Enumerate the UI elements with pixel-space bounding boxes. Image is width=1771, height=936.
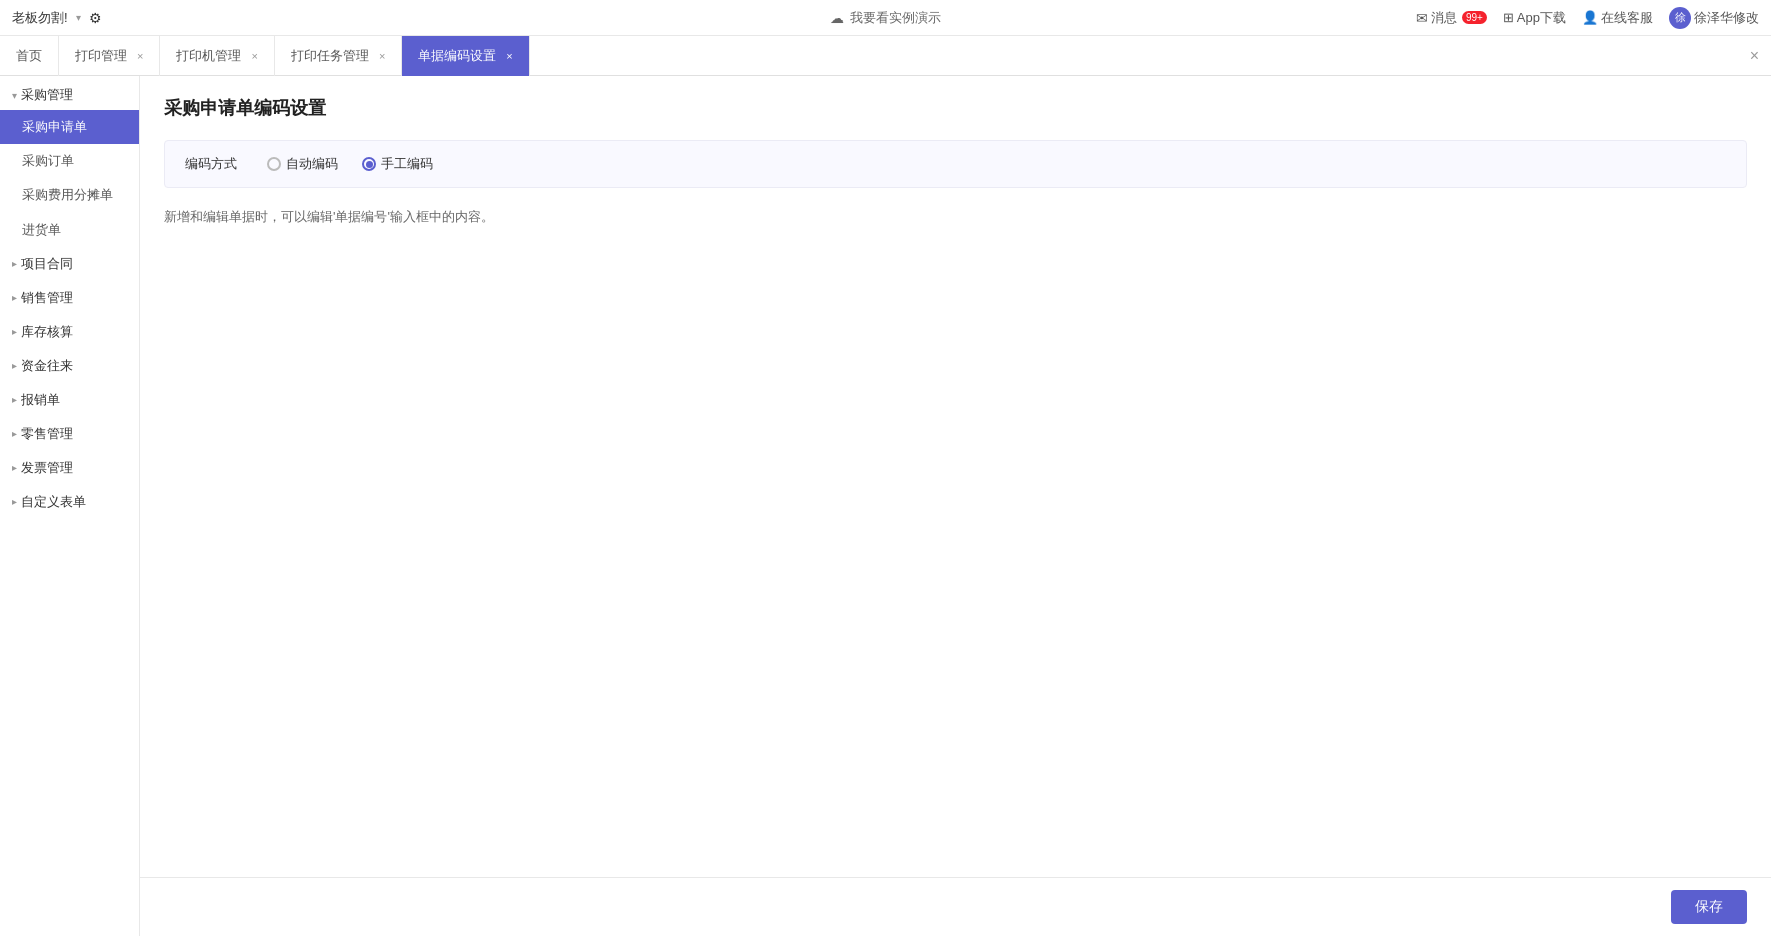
gear-icon[interactable] [89,10,102,26]
chevron-right-icon [12,360,17,371]
save-button[interactable]: 保存 [1671,890,1747,924]
tab-print-task-label: 打印任务管理 [291,47,369,65]
radio-manual-circle [362,157,376,171]
radio-manual[interactable]: 手工编码 [362,155,433,173]
sidebar-group-fund-flow[interactable]: 资金往来 [0,349,139,383]
chevron-right-icon [12,428,17,439]
tab-home[interactable]: 首页 [0,36,59,76]
chevron-down-icon [12,90,17,101]
tab-print-mgr-label: 打印管理 [75,47,127,65]
sidebar-group-inventory-label: 库存核算 [21,323,73,341]
msg-badge: 99+ [1462,11,1487,24]
tab-bar: 首页 打印管理 × 打印机管理 × 打印任务管理 × 单据编码设置 × × [0,36,1771,76]
radio-manual-label: 手工编码 [381,155,433,173]
online-service-item[interactable]: 在线客服 [1582,9,1653,27]
sidebar-item-purchase-expense[interactable]: 采购费用分摊单 [0,178,139,212]
user-label: 徐泽华修改 [1694,9,1759,27]
tab-order-code[interactable]: 单据编码设置 × [402,36,529,76]
sidebar-group-returns-label: 报销单 [21,391,60,409]
sidebar-item-purchase-order-label: 采购订单 [22,153,74,168]
page-title: 采购申请单编码设置 [164,96,1747,120]
tab-printer-mgr[interactable]: 打印机管理 × [160,36,274,76]
user-item[interactable]: 徐 徐泽华修改 [1669,7,1759,29]
tab-print-mgr-close[interactable]: × [137,50,143,62]
global-close-button[interactable]: × [1750,47,1771,65]
sidebar-group-invoice-label: 发票管理 [21,459,73,477]
sidebar-group-retail-mgr[interactable]: 零售管理 [0,417,139,451]
tab-order-code-close[interactable]: × [506,50,512,62]
content-inner: 采购申请单编码设置 编码方式 自动编码 手工编码 新增和编辑单据时，可以编辑'单… [140,76,1771,877]
sidebar-group-custom-form[interactable]: 自定义表单 [0,485,139,519]
chevron-right-icon [12,462,17,473]
tab-home-label: 首页 [16,47,42,65]
sidebar-group-sales-mgr[interactable]: 销售管理 [0,281,139,315]
encoding-label: 编码方式 [185,155,237,173]
center-text: 我要看实例演示 [850,9,941,27]
sidebar-item-purchase-request[interactable]: 采购申请单 [0,110,139,144]
content-area: 采购申请单编码设置 编码方式 自动编码 手工编码 新增和编辑单据时，可以编辑'单… [140,76,1771,936]
hint-text: 新增和编辑单据时，可以编辑'单据编号'输入框中的内容。 [164,208,1747,226]
cloud-icon [830,10,844,26]
sidebar-group-purchase-mgr[interactable]: 采购管理 [0,76,139,110]
app-label: App下载 [1517,9,1566,27]
message-item[interactable]: 消息 99+ [1416,9,1487,27]
top-bar-right: 消息 99+ App下载 在线客服 徐 徐泽华修改 [1416,7,1759,29]
avatar: 徐 [1669,7,1691,29]
tab-print-task-close[interactable]: × [379,50,385,62]
radio-auto-label: 自动编码 [286,155,338,173]
sidebar-group-sales-label: 销售管理 [21,289,73,307]
tab-printer-mgr-close[interactable]: × [251,50,257,62]
chevron-right-icon [12,258,17,269]
sidebar-item-stock-in-label: 进货单 [22,222,61,237]
sidebar-item-purchase-request-label: 采购申请单 [22,119,87,134]
radio-auto-circle [267,157,281,171]
radio-auto[interactable]: 自动编码 [267,155,338,173]
tab-print-mgr[interactable]: 打印管理 × [59,36,160,76]
sidebar: 采购管理 采购申请单 采购订单 采购费用分摊单 进货单 项目合同 销售管理 库存… [0,76,140,936]
tab-print-task[interactable]: 打印任务管理 × [275,36,402,76]
msg-icon [1416,10,1428,26]
content-footer: 保存 [140,877,1771,936]
sidebar-group-purchase-label: 采购管理 [21,86,73,104]
app-download-item[interactable]: App下载 [1503,9,1566,27]
radio-group: 自动编码 手工编码 [267,155,433,173]
top-bar: 老板勿割! 我要看实例演示 消息 99+ App下载 在线客服 徐 徐泽华修改 [0,0,1771,36]
sidebar-group-retail-label: 零售管理 [21,425,73,443]
chevron-right-icon [12,292,17,303]
service-icon [1582,10,1598,25]
sidebar-group-inventory[interactable]: 库存核算 [0,315,139,349]
msg-label: 消息 [1431,9,1457,27]
sidebar-group-invoice-mgr[interactable]: 发票管理 [0,451,139,485]
sidebar-group-project-contract[interactable]: 项目合同 [0,247,139,281]
chevron-right-icon [12,496,17,507]
service-label: 在线客服 [1601,9,1653,27]
tab-order-code-label: 单据编码设置 [418,47,496,65]
sidebar-group-fund-label: 资金往来 [21,357,73,375]
tab-printer-mgr-label: 打印机管理 [176,47,241,65]
encoding-section: 编码方式 自动编码 手工编码 [164,140,1747,188]
sidebar-item-purchase-order[interactable]: 采购订单 [0,144,139,178]
sidebar-item-purchase-expense-label: 采购费用分摊单 [22,187,113,202]
chevron-right-icon [12,326,17,337]
sidebar-group-custom-label: 自定义表单 [21,493,86,511]
sidebar-group-returns[interactable]: 报销单 [0,383,139,417]
main-layout: 采购管理 采购申请单 采购订单 采购费用分摊单 进货单 项目合同 销售管理 库存… [0,76,1771,936]
top-bar-title: 老板勿割! [12,9,68,27]
chevron-down-icon[interactable] [76,12,81,23]
chevron-right-icon [12,394,17,405]
top-bar-left: 老板勿割! [12,9,102,27]
sidebar-item-stock-in[interactable]: 进货单 [0,213,139,247]
top-bar-center: 我要看实例演示 [830,9,941,27]
sidebar-group-project-label: 项目合同 [21,255,73,273]
app-icon [1503,10,1514,25]
